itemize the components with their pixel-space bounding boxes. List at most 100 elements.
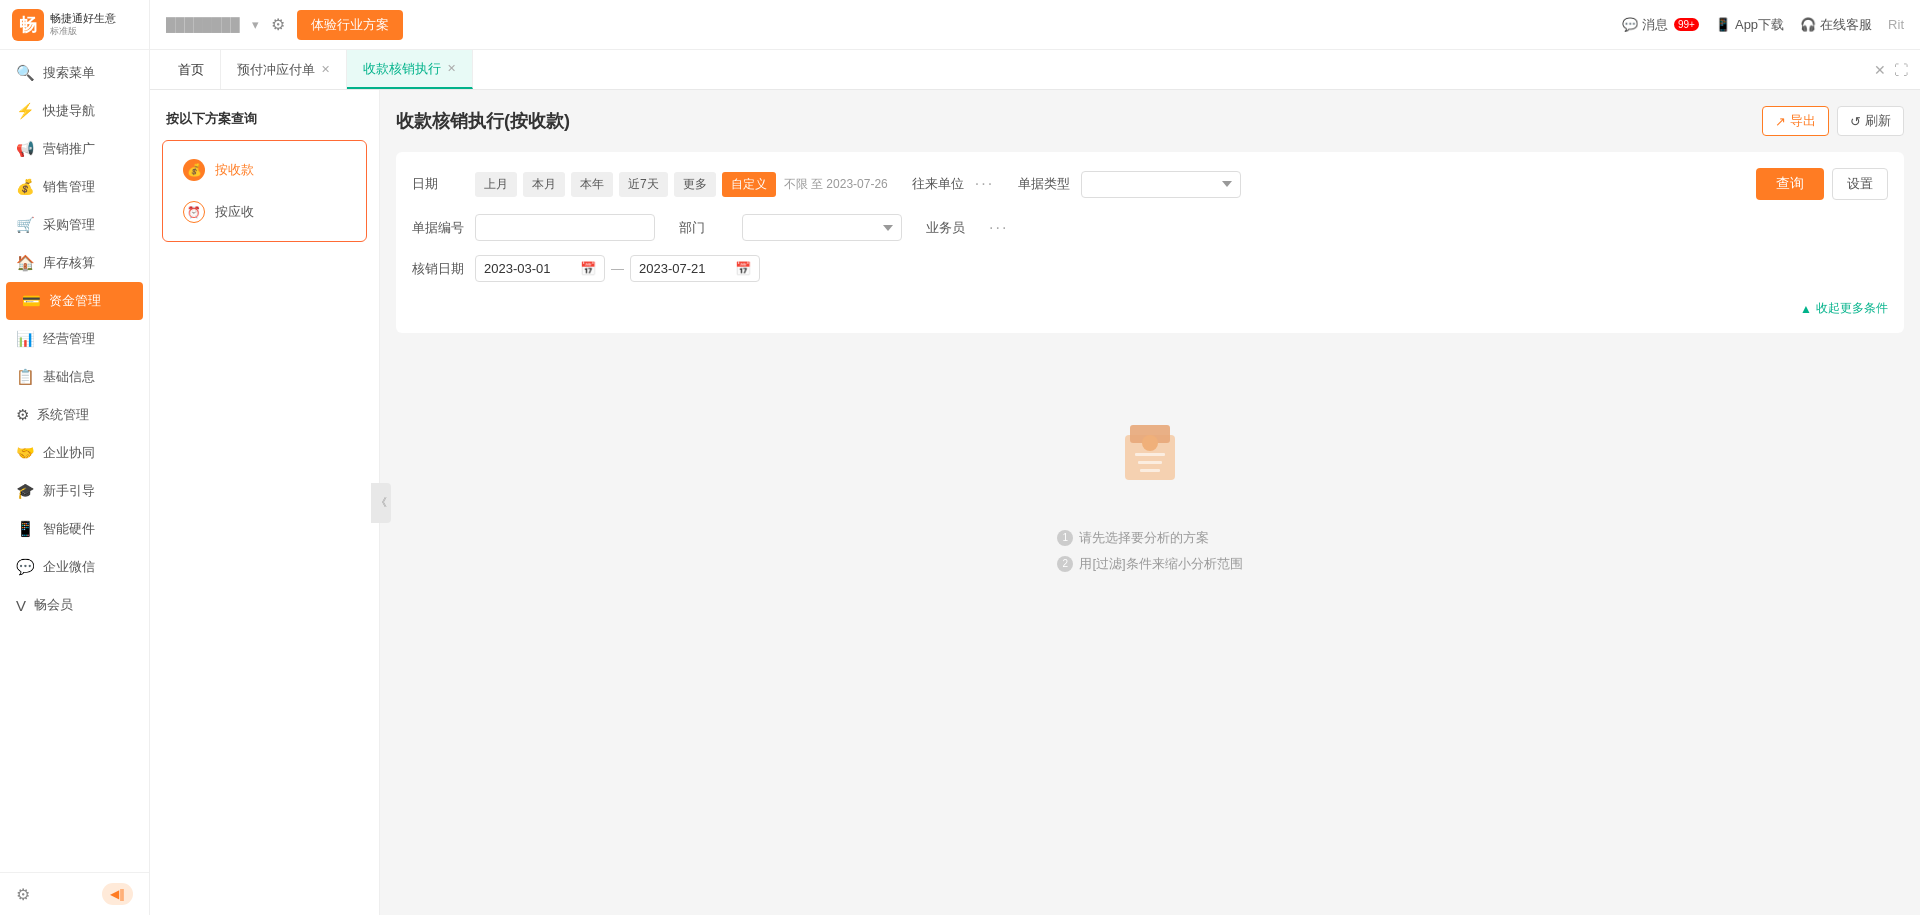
service-icon: 🎧 <box>1800 17 1816 32</box>
sidebar-item-经营管理[interactable]: 📊经营管理 <box>0 320 149 358</box>
page-title: 收款核销执行(按收款) <box>396 109 570 133</box>
dept-select[interactable] <box>742 214 902 241</box>
service-label: 在线客服 <box>1820 16 1872 34</box>
date-field: 日期 上月 本月 本年 近7天 更多 自定义 不限 至 2023-07-26 <box>412 172 888 197</box>
export-btn[interactable]: ↗ 导出 <box>1762 106 1829 136</box>
tab-1[interactable]: 预付冲应付单✕ <box>221 50 347 89</box>
sidebar-item-企业微信[interactable]: 💬企业微信 <box>0 548 149 586</box>
date-this-year-btn[interactable]: 本年 <box>571 172 613 197</box>
content-area: 按以下方案查询 💰 按收款 ⏰ 按应收 《 收款核销执行(按收款) <box>150 90 1920 915</box>
verify-date-start-input[interactable]: 2023-03-01 📅 <box>475 255 605 282</box>
topbar: ████████ ▾ ⚙ 体验行业方案 💬 消息 99+ 📱 App下载 🎧 在… <box>150 0 1920 50</box>
form-row-2: 单据编号 部门 业务员 ··· <box>412 214 1888 241</box>
verify-date-label: 核销日期 <box>412 260 467 278</box>
tab-close-2[interactable]: ✕ <box>447 62 456 75</box>
tabs: 首页预付冲应付单✕收款核销执行✕ <box>162 50 473 89</box>
sidebar-item-基础信息[interactable]: 📋基础信息 <box>0 358 149 396</box>
svg-point-2 <box>1142 435 1158 451</box>
settings-icon[interactable]: ⚙ <box>16 885 30 904</box>
verify-date-field: 核销日期 2023-03-01 📅 — 2023-07-21 📅 <box>412 255 760 282</box>
sidebar-item-销售管理[interactable]: 💰销售管理 <box>0 168 149 206</box>
empty-illustration <box>1100 405 1200 505</box>
date-this-month-btn[interactable]: 本月 <box>523 172 565 197</box>
settings-form-btn[interactable]: 设置 <box>1832 168 1888 200</box>
filter-item-receipt[interactable]: 💰 按收款 <box>163 149 366 191</box>
calendar-end-icon[interactable]: 📅 <box>735 261 751 276</box>
counterparty-picker-btn[interactable]: ··· <box>975 175 994 193</box>
receipt-icon: 💰 <box>183 159 205 181</box>
filter-item-due[interactable]: ⏰ 按应收 <box>163 191 366 233</box>
verify-date-end-input[interactable]: 2023-07-21 📅 <box>630 255 760 282</box>
date-custom-btn[interactable]: 自定义 <box>722 172 776 197</box>
topbar-gear-icon[interactable]: ⚙ <box>271 15 285 34</box>
sidebar-item-系统管理[interactable]: ⚙系统管理 <box>0 396 149 434</box>
sidebar-item-库存核算[interactable]: 🏠库存核算 <box>0 244 149 282</box>
app-label: App下载 <box>1735 16 1784 34</box>
page-header: 收款核销执行(按收款) ↗ 导出 ↺ 刷新 <box>396 106 1904 136</box>
message-icon: 💬 <box>1622 17 1638 32</box>
counterparty-label: 往来单位 <box>912 175 967 193</box>
collapse-filter-btn[interactable]: 《 <box>371 483 391 523</box>
staff-picker-btn[interactable]: ··· <box>989 219 1008 237</box>
sidebar-item-营销推广[interactable]: 📢营销推广 <box>0 130 149 168</box>
date-separator: — <box>611 261 624 276</box>
close-tab-icon[interactable]: ✕ <box>1874 62 1886 78</box>
sidebar-bottom: ⚙ ◀‖ <box>0 872 149 915</box>
staff-field: 业务员 ··· <box>926 219 1008 237</box>
export-icon: ↗ <box>1775 114 1786 129</box>
app-download-btn[interactable]: 📱 App下载 <box>1715 16 1784 34</box>
logo-badge: 标准版 <box>50 25 116 38</box>
dept-field: 部门 <box>679 214 902 241</box>
calendar-start-icon[interactable]: 📅 <box>580 261 596 276</box>
filter-item-receipt-label: 按收款 <box>215 161 254 179</box>
svg-rect-5 <box>1140 469 1160 472</box>
filter-sidebar: 按以下方案查询 💰 按收款 ⏰ 按应收 《 <box>150 90 380 915</box>
bill-type-select[interactable] <box>1081 171 1241 198</box>
refresh-btn[interactable]: ↺ 刷新 <box>1837 106 1904 136</box>
sidebar-item-畅会员[interactable]: V畅会员 <box>0 586 149 624</box>
sidebar-item-快捷导航[interactable]: ⚡快捷导航 <box>0 92 149 130</box>
sidebar-logo: 畅 畅捷通好生意 标准版 <box>0 0 149 50</box>
message-label: 消息 <box>1642 16 1668 34</box>
step-num-2: 2 <box>1057 556 1073 572</box>
query-btn[interactable]: 查询 <box>1756 168 1824 200</box>
empty-state: 1 请先选择要分析的方案 2 用[过滤]条件来缩小分析范围 <box>396 345 1904 637</box>
message-btn[interactable]: 💬 消息 99+ <box>1622 16 1699 34</box>
user-info[interactable]: Rit <box>1888 17 1904 32</box>
sidebar-item-新手引导[interactable]: 🎓新手引导 <box>0 472 149 510</box>
query-form: 日期 上月 本月 本年 近7天 更多 自定义 不限 至 2023-07-26 往… <box>396 152 1904 333</box>
date-7days-btn[interactable]: 近7天 <box>619 172 668 197</box>
sidebar-item-智能硬件[interactable]: 📱智能硬件 <box>0 510 149 548</box>
bill-no-input[interactable] <box>475 214 655 241</box>
main-content: 收款核销执行(按收款) ↗ 导出 ↺ 刷新 日期 <box>380 90 1920 915</box>
sidebar-item-资金管理[interactable]: 💳资金管理 <box>6 282 143 320</box>
tab-2[interactable]: 收款核销执行✕ <box>347 50 473 89</box>
sidebar-item-采购管理[interactable]: 🛒采购管理 <box>0 206 149 244</box>
due-icon: ⏰ <box>183 201 205 223</box>
form-row-1: 日期 上月 本月 本年 近7天 更多 自定义 不限 至 2023-07-26 往… <box>412 168 1888 200</box>
date-label: 日期 <box>412 175 467 193</box>
industry-btn[interactable]: 体验行业方案 <box>297 10 403 40</box>
tab-close-1[interactable]: ✕ <box>321 63 330 76</box>
chevron-down-icon[interactable]: ▾ <box>252 17 259 32</box>
sidebar-menu: 🔍搜索菜单⚡快捷导航📢营销推广💰销售管理🛒采购管理🏠库存核算💳资金管理📊经营管理… <box>0 50 149 872</box>
dept-label: 部门 <box>679 219 734 237</box>
date-last-month-btn[interactable]: 上月 <box>475 172 517 197</box>
collapse-conditions-btn[interactable]: ▲ 收起更多条件 <box>412 296 1888 317</box>
sidebar-item-搜索菜单[interactable]: 🔍搜索菜单 <box>0 54 149 92</box>
main-area: ████████ ▾ ⚙ 体验行业方案 💬 消息 99+ 📱 App下载 🎧 在… <box>150 0 1920 915</box>
bill-type-field: 单据类型 <box>1018 171 1241 198</box>
collapse-sidebar-btn[interactable]: ◀‖ <box>102 883 133 905</box>
tabbar-actions: ✕ ⛶ <box>1874 62 1908 78</box>
empty-text: 1 请先选择要分析的方案 2 用[过滤]条件来缩小分析范围 <box>1057 525 1242 577</box>
topbar-brand: ████████ <box>166 17 240 32</box>
tab-0[interactable]: 首页 <box>162 50 221 89</box>
message-badge: 99+ <box>1674 18 1699 31</box>
step-num-1: 1 <box>1057 530 1073 546</box>
filter-box: 💰 按收款 ⏰ 按应收 <box>162 140 367 242</box>
date-more-btn[interactable]: 更多 <box>674 172 716 197</box>
online-service-btn[interactable]: 🎧 在线客服 <box>1800 16 1872 34</box>
expand-tab-icon[interactable]: ⛶ <box>1894 62 1908 78</box>
bill-no-label: 单据编号 <box>412 219 467 237</box>
sidebar-item-企业协同[interactable]: 🤝企业协同 <box>0 434 149 472</box>
